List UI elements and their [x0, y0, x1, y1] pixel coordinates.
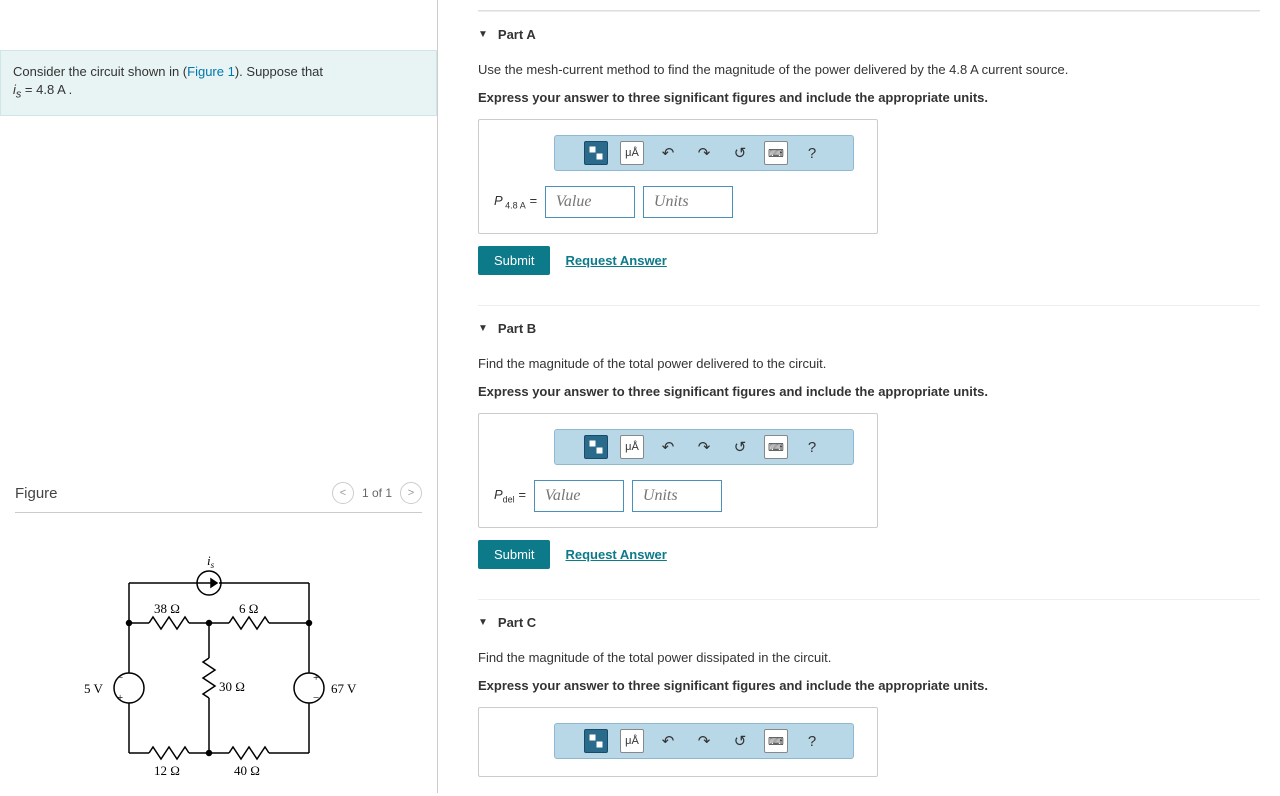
figure-title: Figure — [15, 485, 58, 502]
caret-down-icon: ▼ — [478, 617, 488, 628]
help-button[interactable]: ? — [800, 435, 824, 459]
redo-button[interactable]: ↷ — [692, 141, 716, 165]
template-button[interactable] — [584, 729, 608, 753]
svg-text:−: − — [313, 692, 319, 704]
part-a-instruction: Use the mesh-current method to find the … — [478, 60, 1260, 80]
units-button[interactable]: μÅ — [620, 729, 644, 753]
undo-button[interactable]: ↶ — [656, 141, 680, 165]
units-button[interactable]: μÅ — [620, 141, 644, 165]
part-c-title: Part C — [498, 615, 536, 630]
figure-nav: < 1 of 1 > — [332, 482, 422, 504]
part-a: ▼ Part A Use the mesh-current method to … — [478, 11, 1260, 275]
svg-text:40 Ω: 40 Ω — [234, 763, 260, 778]
reset-button[interactable]: ↺ — [728, 435, 752, 459]
part-b-label: Pdel = — [494, 487, 526, 505]
part-c: ▼ Part C Find the magnitude of the total… — [478, 599, 1260, 777]
part-b: ▼ Part B Find the magnitude of the total… — [478, 305, 1260, 569]
undo-button[interactable]: ↶ — [656, 729, 680, 753]
figure-counter: 1 of 1 — [362, 486, 392, 500]
part-b-instruction: Find the magnitude of the total power de… — [478, 354, 1260, 374]
part-b-answer-box: μÅ ↶ ↷ ↺ ⌨ ? Pdel = — [478, 413, 878, 528]
part-a-label: P 4.8 A = — [494, 193, 537, 211]
template-button[interactable] — [584, 435, 608, 459]
part-c-bold: Express your answer to three significant… — [478, 678, 988, 693]
part-a-answer-box: μÅ ↶ ↷ ↺ ⌨ ? P 4.8 A = — [478, 119, 878, 234]
problem-statement: Consider the circuit shown in (Figure 1)… — [0, 50, 437, 116]
part-b-value-input[interactable] — [534, 480, 624, 512]
keyboard-button[interactable]: ⌨ — [764, 729, 788, 753]
part-c-header[interactable]: ▼ Part C — [478, 615, 1260, 630]
svg-text:−: − — [117, 672, 123, 684]
problem-text-pre: Consider the circuit shown in ( — [13, 64, 187, 79]
units-button[interactable]: μÅ — [620, 435, 644, 459]
caret-down-icon: ▼ — [478, 323, 488, 334]
keyboard-button[interactable]: ⌨ — [764, 435, 788, 459]
part-a-title: Part A — [498, 27, 536, 42]
part-a-value-input[interactable] — [545, 186, 635, 218]
part-b-bold: Express your answer to three significant… — [478, 384, 988, 399]
part-c-answer-box: μÅ ↶ ↷ ↺ ⌨ ? — [478, 707, 878, 777]
part-b-header[interactable]: ▼ Part B — [478, 321, 1260, 336]
circuit-diagram: is 38 Ω 6 Ω 30 Ω 12 Ω 40 Ω 5 V 67 V − + … — [49, 543, 389, 793]
figure-link[interactable]: Figure 1 — [187, 64, 235, 79]
redo-button[interactable]: ↷ — [692, 729, 716, 753]
part-a-units-input[interactable] — [643, 186, 733, 218]
reset-button[interactable]: ↺ — [728, 729, 752, 753]
part-a-submit-button[interactable]: Submit — [478, 246, 550, 275]
part-b-title: Part B — [498, 321, 536, 336]
svg-text:30 Ω: 30 Ω — [219, 679, 245, 694]
redo-button[interactable]: ↷ — [692, 435, 716, 459]
svg-text:5 V: 5 V — [84, 681, 104, 696]
figure-section: Figure < 1 of 1 > — [0, 482, 437, 793]
problem-text-post: ). Suppose that — [235, 64, 323, 79]
svg-text:+: + — [313, 672, 319, 684]
svg-text:6 Ω: 6 Ω — [239, 601, 258, 616]
svg-text:67 V: 67 V — [331, 681, 357, 696]
part-a-header[interactable]: ▼ Part A — [478, 27, 1260, 42]
keyboard-button[interactable]: ⌨ — [764, 141, 788, 165]
help-button[interactable]: ? — [800, 141, 824, 165]
undo-button[interactable]: ↶ — [656, 435, 680, 459]
caret-down-icon: ▼ — [478, 29, 488, 40]
part-b-request-link[interactable]: Request Answer — [565, 547, 666, 562]
part-a-toolbar: μÅ ↶ ↷ ↺ ⌨ ? — [554, 135, 854, 171]
figure-prev-button[interactable]: < — [332, 482, 354, 504]
part-b-submit-button[interactable]: Submit — [478, 540, 550, 569]
reset-button[interactable]: ↺ — [728, 141, 752, 165]
help-button[interactable]: ? — [800, 729, 824, 753]
svg-text:+: + — [117, 692, 123, 704]
svg-text:38 Ω: 38 Ω — [154, 601, 180, 616]
part-c-instruction: Find the magnitude of the total power di… — [478, 648, 1260, 668]
template-button[interactable] — [584, 141, 608, 165]
part-b-units-input[interactable] — [632, 480, 722, 512]
figure-next-button[interactable]: > — [400, 482, 422, 504]
svg-text:12 Ω: 12 Ω — [154, 763, 180, 778]
part-a-request-link[interactable]: Request Answer — [565, 253, 666, 268]
svg-text:is: is — [207, 553, 215, 570]
part-b-toolbar: μÅ ↶ ↷ ↺ ⌨ ? — [554, 429, 854, 465]
right-panel: ▼ Part A Use the mesh-current method to … — [438, 0, 1280, 793]
part-c-toolbar: μÅ ↶ ↷ ↺ ⌨ ? — [554, 723, 854, 759]
part-a-bold: Express your answer to three significant… — [478, 90, 988, 105]
left-panel: Consider the circuit shown in (Figure 1)… — [0, 0, 438, 793]
